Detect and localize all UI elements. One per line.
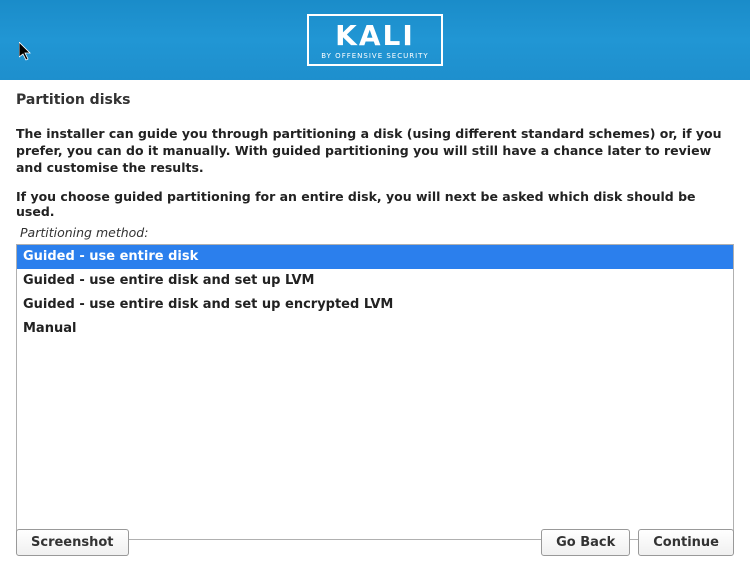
screenshot-button[interactable]: Screenshot: [16, 529, 129, 556]
content-area: Partition disks The installer can guide …: [0, 80, 750, 540]
option-guided-entire-disk[interactable]: Guided - use entire disk: [17, 245, 733, 269]
field-label: Partitioning method:: [20, 225, 734, 240]
continue-button[interactable]: Continue: [638, 529, 734, 556]
sub-description-text: If you choose guided partitioning for an…: [16, 189, 734, 219]
nav-button-group: Go Back Continue: [541, 529, 734, 556]
option-guided-encrypted-lvm[interactable]: Guided - use entire disk and set up encr…: [17, 293, 733, 317]
go-back-button[interactable]: Go Back: [541, 529, 630, 556]
page-title: Partition disks: [16, 92, 734, 108]
logo-text-sub: BY OFFENSIVE SECURITY: [321, 52, 428, 60]
logo-text-main: KALI: [321, 22, 428, 50]
button-bar: Screenshot Go Back Continue: [16, 529, 734, 556]
option-guided-lvm[interactable]: Guided - use entire disk and set up LVM: [17, 269, 733, 293]
option-manual[interactable]: Manual: [17, 317, 733, 341]
partition-method-list[interactable]: Guided - use entire disk Guided - use en…: [16, 244, 734, 540]
header-banner: KALI BY OFFENSIVE SECURITY: [0, 0, 750, 80]
kali-logo: KALI BY OFFENSIVE SECURITY: [307, 14, 442, 66]
description-text: The installer can guide you through part…: [16, 126, 734, 177]
